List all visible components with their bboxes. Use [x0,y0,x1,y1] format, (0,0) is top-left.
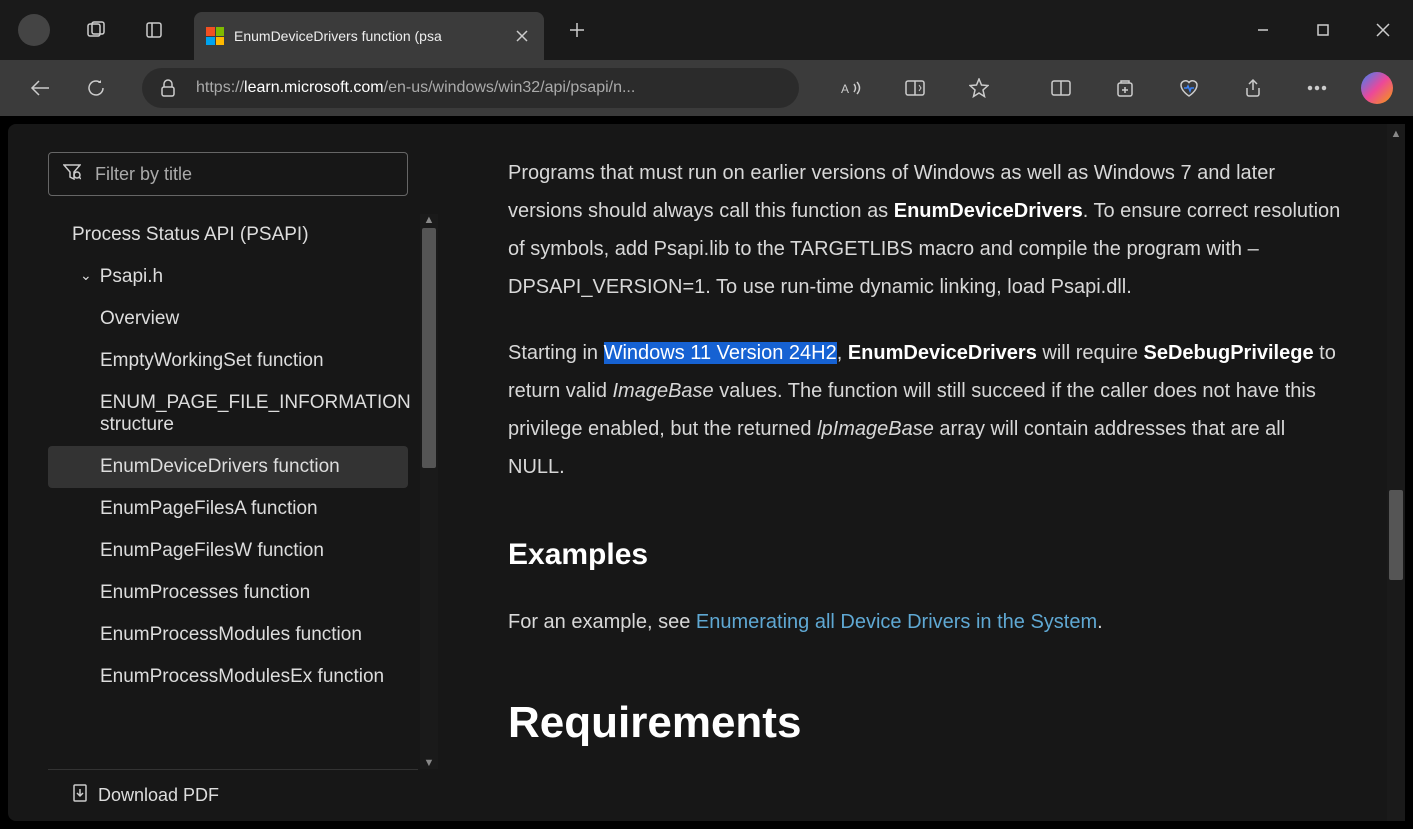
workspaces-icon[interactable] [78,12,114,48]
reading-mode-icon[interactable] [895,68,935,108]
copilot-button[interactable] [1361,72,1393,104]
share-icon[interactable] [1233,68,1273,108]
sidebar-scrollbar[interactable]: ▲ ▼ [420,214,438,769]
refresh-button[interactable] [76,68,116,108]
nav-item-overview[interactable]: Overview [48,298,438,340]
nav-item-enumdevicedrivers[interactable]: EnumDeviceDrivers function [48,446,408,488]
nav-item-psapi[interactable]: Process Status API (PSAPI) [48,214,438,256]
filter-input[interactable]: Filter by title [48,152,408,196]
url-text: https://learn.microsoft.com/en-us/window… [196,79,635,97]
tab-actions-icon[interactable] [136,12,172,48]
collections-icon[interactable] [1105,68,1145,108]
heading-examples: Examples [508,526,1345,583]
nav-item-enumpagefilesw[interactable]: EnumPageFilesW function [48,530,438,572]
more-icon[interactable] [1297,68,1337,108]
nav-item-enum-page-file[interactable]: ENUM_PAGE_FILE_INFORMATION structure [48,382,438,446]
browser-toolbar: https://learn.microsoft.com/en-us/window… [0,60,1413,116]
nav-item-emptyworkingset[interactable]: EmptyWorkingSet function [48,340,438,382]
heading-requirements: Requirements [508,681,1345,765]
selected-text: Windows 11 Version 24H2 [604,342,837,364]
lock-icon [160,79,176,97]
ms-favicon [206,27,224,45]
paragraph-example: For an example, see Enumerating all Devi… [508,603,1345,641]
maximize-button[interactable] [1293,8,1353,53]
back-button[interactable] [20,68,60,108]
split-screen-icon[interactable] [1041,68,1081,108]
health-icon[interactable] [1169,68,1209,108]
nav-item-enumprocesses[interactable]: EnumProcesses function [48,572,438,614]
filter-placeholder: Filter by title [95,164,192,185]
filter-icon [63,164,81,185]
minimize-button[interactable] [1233,8,1293,53]
read-aloud-icon[interactable]: A [831,68,871,108]
tab-close-button[interactable] [512,26,532,46]
titlebar: EnumDeviceDrivers function (psa [0,0,1413,60]
download-pdf-button[interactable]: Download PDF [48,769,418,821]
pdf-icon [72,784,88,807]
nav-item-enumpagefilesa[interactable]: EnumPageFilesA function [48,488,438,530]
close-window-button[interactable] [1353,8,1413,53]
browser-tab[interactable]: EnumDeviceDrivers function (psa [194,12,544,60]
tab-title: EnumDeviceDrivers function (psa [234,28,512,44]
new-tab-button[interactable] [559,12,595,48]
example-link[interactable]: Enumerating all Device Drivers in the Sy… [696,611,1097,633]
page-scrollbar[interactable]: ▲ [1387,124,1405,821]
address-bar[interactable]: https://learn.microsoft.com/en-us/window… [142,68,799,108]
nav-tree: Process Status API (PSAPI) Psapi.h Overv… [48,214,438,769]
nav-item-psapi-h[interactable]: Psapi.h [48,256,438,298]
nav-item-enumprocessmodules[interactable]: EnumProcessModules function [48,614,438,656]
svg-text:A: A [841,82,849,96]
sidebar: Filter by title Process Status API (PSAP… [8,124,438,821]
favorites-icon[interactable] [959,68,999,108]
profile-avatar[interactable] [18,14,50,46]
main-content: Programs that must run on earlier versio… [438,124,1405,821]
paragraph-24h2: Starting in Windows 11 Version 24H2, Enu… [508,334,1345,486]
paragraph-compat: Programs that must run on earlier versio… [508,154,1345,306]
nav-item-enumprocessmodulesex[interactable]: EnumProcessModulesEx function [48,656,438,698]
